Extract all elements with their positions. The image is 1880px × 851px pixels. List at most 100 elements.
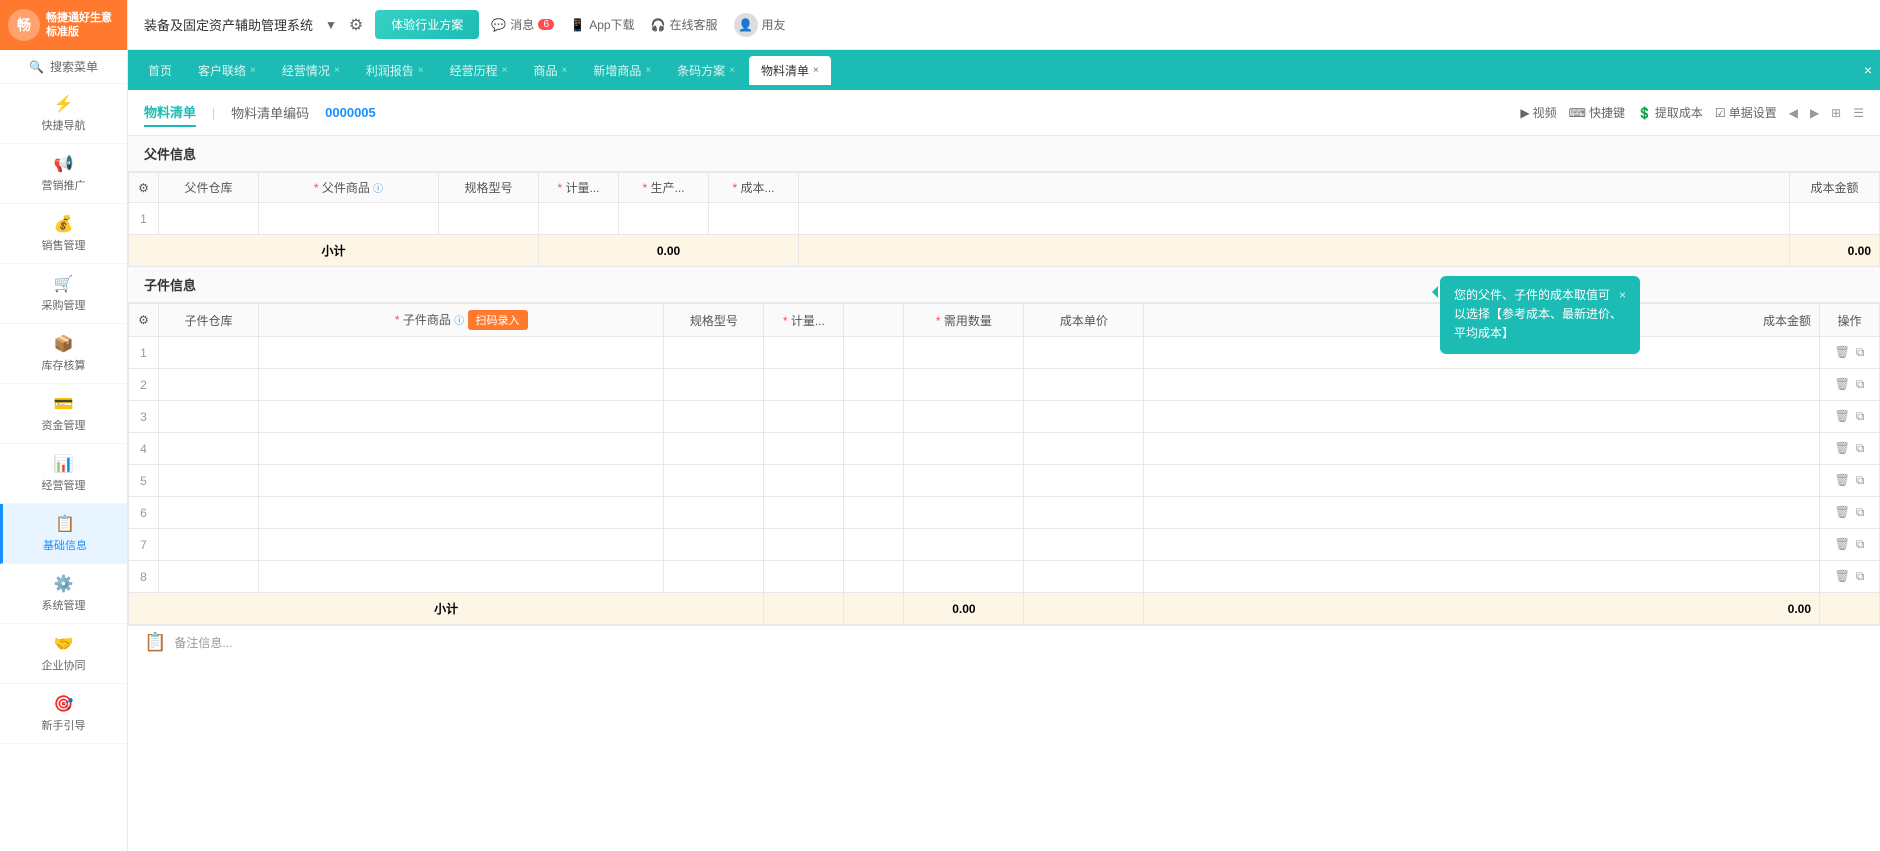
online-service-item[interactable]: 🎧 在线客服 [651,16,718,33]
sidebar-item-guide[interactable]: 🎯 新手引导 [0,684,127,744]
tab-customer-close[interactable]: × [250,65,256,76]
child-row-product[interactable] [259,369,664,401]
grid-view-icon[interactable]: ⊞ [1831,106,1841,120]
child-row-qty[interactable] [904,497,1024,529]
child-row-qty[interactable] [904,529,1024,561]
child-row-unit[interactable] [764,465,844,497]
parent-row-production[interactable] [619,203,709,235]
child-row-unit-cost[interactable] [1024,561,1144,593]
child-row-spec[interactable] [664,337,764,369]
scan-btn[interactable]: 扫码录入 [468,310,528,330]
child-row-warehouse[interactable] [159,433,259,465]
child-row-warehouse[interactable] [159,561,259,593]
child-row-qty[interactable] [904,433,1024,465]
delete-icon[interactable]: 🗑 [1835,345,1850,360]
child-row-product[interactable] [259,433,664,465]
parent-col-settings[interactable]: ⚙ [129,173,159,203]
delete-icon[interactable]: 🗑 [1835,441,1850,456]
action-single-settings[interactable]: ☑ 单据设置 [1715,104,1777,121]
tab-new-product[interactable]: 新增商品 × [581,56,663,85]
tab-history-close[interactable]: × [502,65,508,76]
child-row-spec[interactable] [664,465,764,497]
child-row-qty[interactable] [904,369,1024,401]
sidebar-item-system[interactable]: ⚙️ 系统管理 [0,564,127,624]
parent-row-cost[interactable] [709,203,799,235]
copy-icon[interactable]: ⧉ [1856,377,1865,392]
sidebar-item-finance[interactable]: 💳 资金管理 [0,384,127,444]
child-row-product[interactable] [259,529,664,561]
sidebar-item-marketing[interactable]: 📢 营销推广 [0,144,127,204]
child-row-unit-cost[interactable] [1024,337,1144,369]
child-row-spec[interactable] [664,369,764,401]
close-all-tabs[interactable]: × [1864,62,1872,78]
message-item[interactable]: 💬 消息 6 [491,16,554,33]
copy-icon[interactable]: ⧉ [1856,409,1865,424]
copy-icon[interactable]: ⧉ [1856,569,1865,584]
sidebar-item-basic[interactable]: 📋 基础信息 [0,504,127,564]
delete-icon[interactable]: 🗑 [1835,409,1850,424]
child-row-unit[interactable] [764,401,844,433]
delete-icon[interactable]: 🗑 [1835,537,1850,552]
scroll-content[interactable]: 父件信息 ⚙ 父件仓库 * 父件商品 ⓘ 规格型号 [128,136,1880,851]
sidebar-item-enterprise[interactable]: 🤝 企业协同 [0,624,127,684]
tab-products[interactable]: 商品 × [521,56,579,85]
notes-text[interactable]: 备注信息... [174,634,232,651]
child-row-unit-cost[interactable] [1024,497,1144,529]
gear-icon[interactable]: ⚙ [349,15,363,35]
sidebar-item-sales[interactable]: 💰 销售管理 [0,204,127,264]
tab-profit-close[interactable]: × [418,65,424,76]
child-row-warehouse[interactable] [159,465,259,497]
child-row-unit[interactable] [764,369,844,401]
parent-row-spec[interactable] [439,203,539,235]
child-row-unit[interactable] [764,433,844,465]
tab-home[interactable]: 首页 [136,56,184,85]
copy-icon[interactable]: ⧉ [1856,441,1865,456]
child-row-unit[interactable] [764,529,844,561]
child-row-product[interactable] [259,561,664,593]
tab-bom-close[interactable]: × [813,65,819,76]
user-item[interactable]: 👤 用友 [734,13,786,37]
action-shortcut[interactable]: ⌨ 快捷键 [1569,104,1625,121]
child-row-unit-cost[interactable] [1024,369,1144,401]
child-row-warehouse[interactable] [159,497,259,529]
child-row-unit-cost[interactable] [1024,433,1144,465]
delete-icon[interactable]: 🗑 [1835,569,1850,584]
tab-operation-status[interactable]: 经营情况 × [270,56,352,85]
child-row-unit-cost[interactable] [1024,529,1144,561]
child-row-product[interactable] [259,401,664,433]
copy-icon[interactable]: ⧉ [1856,345,1865,360]
sidebar-item-quick-nav[interactable]: ⚡ 快捷导航 [0,84,127,144]
action-extract-cost[interactable]: 💲 提取成本 [1637,104,1703,121]
child-row-warehouse[interactable] [159,337,259,369]
tab-products-close[interactable]: × [561,65,567,76]
sidebar-item-purchase[interactable]: 🛒 采购管理 [0,264,127,324]
parent-row-unit[interactable] [539,203,619,235]
tab-barcode[interactable]: 条码方案 × [665,56,747,85]
child-row-warehouse[interactable] [159,369,259,401]
child-row-unit-cost[interactable] [1024,401,1144,433]
child-row-qty[interactable] [904,401,1024,433]
delete-icon[interactable]: 🗑 [1835,377,1850,392]
child-row-qty[interactable] [904,337,1024,369]
copy-icon[interactable]: ⧉ [1856,473,1865,488]
child-row-warehouse[interactable] [159,401,259,433]
next-arrow[interactable]: ▶ [1810,106,1819,120]
child-row-unit-cost[interactable] [1024,465,1144,497]
system-name-dropdown-icon[interactable]: ▼ [325,18,337,32]
child-row-warehouse[interactable] [159,529,259,561]
tab-bom[interactable]: 物料清单 × [749,56,831,85]
tab-profit[interactable]: 利润报告 × [354,56,436,85]
child-row-unit[interactable] [764,561,844,593]
child-row-spec[interactable] [664,561,764,593]
parent-row-warehouse[interactable] [159,203,259,235]
delete-icon[interactable]: 🗑 [1835,505,1850,520]
child-row-unit[interactable] [764,337,844,369]
child-row-spec[interactable] [664,401,764,433]
child-row-spec[interactable] [664,497,764,529]
tooltip-close-btn[interactable]: × [1619,286,1626,305]
tab-customer[interactable]: 客户联络 × [186,56,268,85]
child-row-spec[interactable] [664,433,764,465]
child-col-settings[interactable]: ⚙ [129,304,159,337]
child-row-unit[interactable] [764,497,844,529]
child-row-product[interactable] [259,465,664,497]
